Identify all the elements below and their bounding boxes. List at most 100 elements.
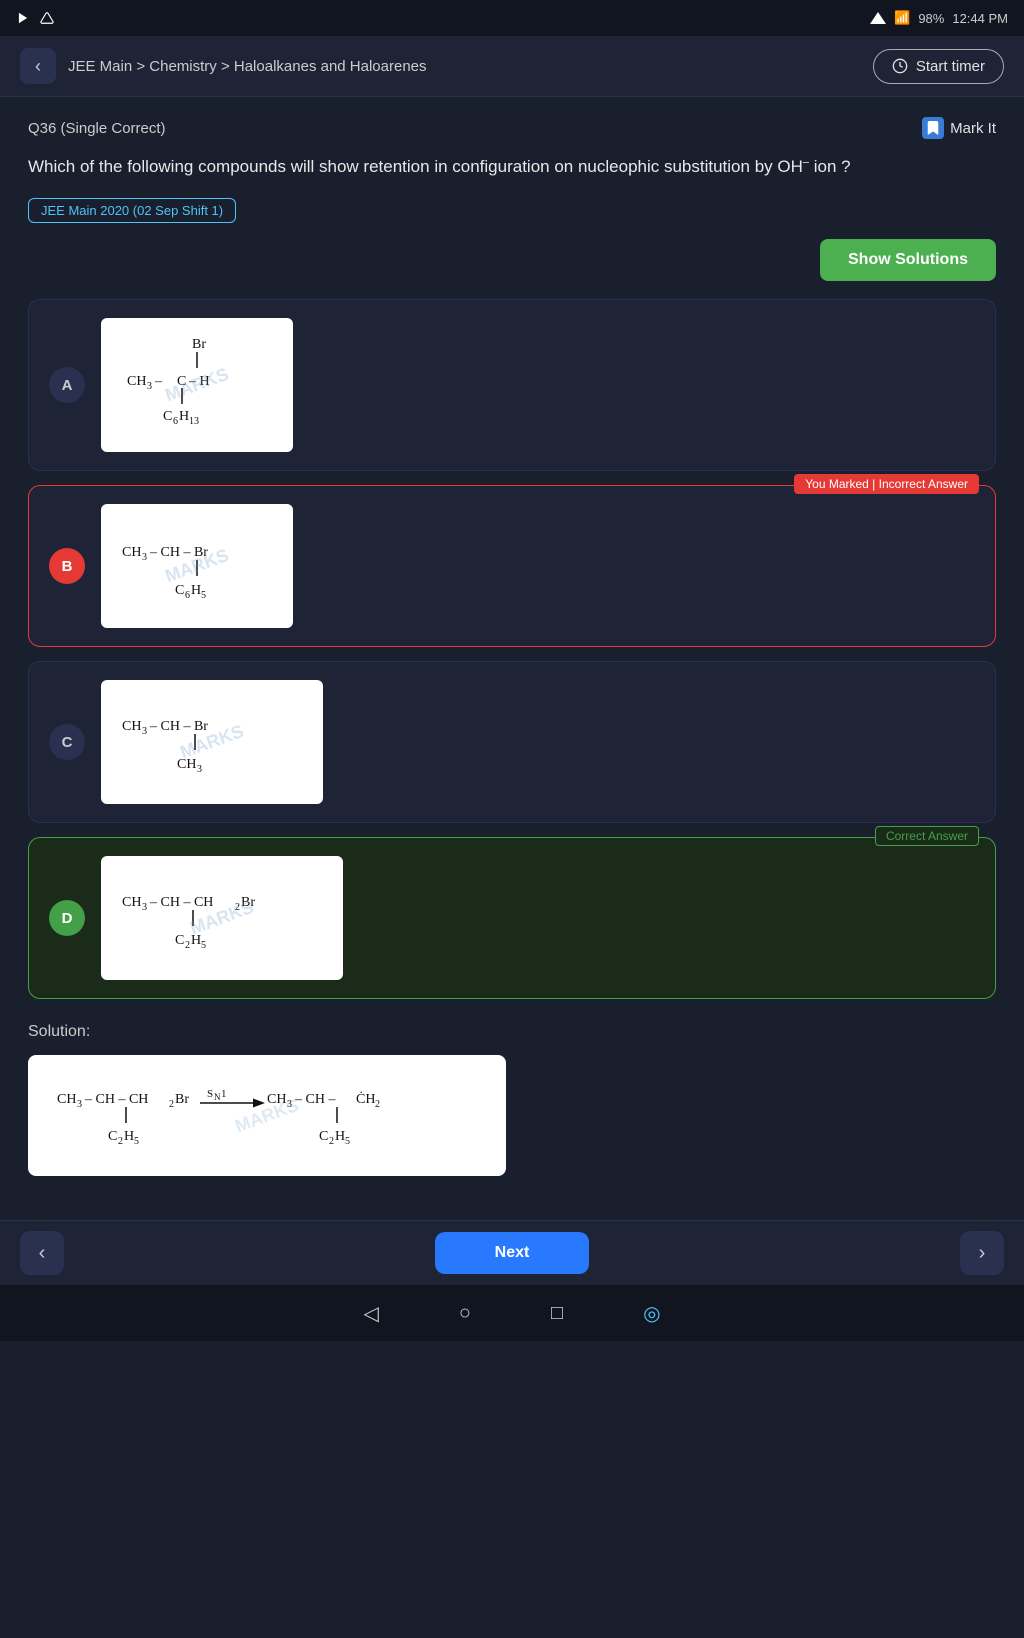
svg-text:CH: CH <box>127 374 146 389</box>
question-tag: JEE Main 2020 (02 Sep Shift 1) <box>28 198 236 223</box>
option-b-formula: MARKS CH 3 – CH – Br C 6 H 5 <box>101 504 293 628</box>
svg-text:2: 2 <box>169 1099 174 1110</box>
svg-text:C: C <box>319 1129 328 1144</box>
svg-text:H: H <box>191 583 201 598</box>
option-a[interactable]: A MARKS Br CH 3 – C – H C 6 H 13 <box>28 299 996 471</box>
svg-text:6: 6 <box>173 416 178 427</box>
svg-text:– CH – Br: – CH – Br <box>149 719 208 734</box>
svg-text:3: 3 <box>147 381 152 392</box>
bookmark-icon <box>922 117 944 139</box>
options-list: A MARKS Br CH 3 – C – H C 6 H 13 <box>0 299 1024 999</box>
svg-text:2: 2 <box>118 1136 123 1147</box>
option-label-a: A <box>49 367 85 403</box>
svg-text:5: 5 <box>134 1136 139 1147</box>
next-button[interactable]: Next <box>435 1232 590 1274</box>
solution-diagram: MARKS CH 3 – CH – CH 2 Br C 2 H 5 S N 1 <box>28 1055 506 1176</box>
signal-icon: 📶 <box>894 10 910 26</box>
breadcrumb: JEE Main > Chemistry > Haloalkanes and H… <box>68 58 427 75</box>
option-label-d: D <box>49 900 85 936</box>
svg-text:C: C <box>175 583 184 598</box>
question-type: Q36 (Single Correct) <box>28 120 166 137</box>
svg-text:C: C <box>175 933 184 948</box>
option-d[interactable]: Correct Answer D MARKS CH 3 – CH – CH 2 … <box>28 837 996 999</box>
question-area: Q36 (Single Correct) Mark It Which of th… <box>0 97 1024 281</box>
svg-text:CH: CH <box>267 1092 286 1107</box>
svg-text:3: 3 <box>142 726 147 737</box>
show-solutions-button[interactable]: Show Solutions <box>820 239 996 281</box>
svg-text:C: C <box>163 409 172 424</box>
correct-answer-badge: Correct Answer <box>875 826 979 846</box>
svg-text:–: – <box>154 374 163 389</box>
back-system-button[interactable]: ◁ <box>363 1301 378 1326</box>
option-a-formula: MARKS Br CH 3 – C – H C 6 H 13 <box>101 318 293 452</box>
svg-text:3: 3 <box>142 552 147 563</box>
svg-text:2: 2 <box>185 940 190 951</box>
mark-it-label: Mark It <box>950 120 996 137</box>
svg-text:3: 3 <box>287 1099 292 1110</box>
status-left <box>16 11 54 25</box>
svg-text:CH: CH <box>57 1092 76 1107</box>
svg-text:13: 13 <box>189 416 199 427</box>
svg-text:– H: – H <box>188 374 210 389</box>
formula-b-svg: CH 3 – CH – Br C 6 H 5 <box>117 516 277 616</box>
incorrect-answer-badge: You Marked | Incorrect Answer <box>794 474 979 494</box>
svg-text:S: S <box>207 1088 213 1100</box>
mark-it-button[interactable]: Mark It <box>922 117 996 139</box>
timer-icon <box>892 58 908 74</box>
recents-system-button[interactable]: □ <box>551 1302 563 1325</box>
svg-text:1: 1 <box>221 1088 227 1100</box>
svg-text:CH: CH <box>177 757 196 772</box>
svg-text:H: H <box>191 933 201 948</box>
option-c[interactable]: C MARKS CH 3 – CH – Br CH 3 <box>28 661 996 823</box>
option-label-c: C <box>49 724 85 760</box>
svg-text:CH: CH <box>122 719 141 734</box>
svg-text:– CH – CH: – CH – CH <box>84 1092 148 1107</box>
svg-text:Br: Br <box>241 895 255 910</box>
formula-a-svg: Br CH 3 – C – H C 6 H 13 <box>117 330 277 440</box>
option-c-formula: MARKS CH 3 – CH – Br CH 3 <box>101 680 323 804</box>
next-arrow-button[interactable]: › <box>960 1231 1004 1275</box>
svg-text:2: 2 <box>235 902 240 913</box>
question-text: Which of the following compounds will sh… <box>28 153 996 180</box>
battery-level: 98% <box>918 11 944 26</box>
svg-text:– CH – Br: – CH – Br <box>149 545 208 560</box>
svg-text:2: 2 <box>375 1099 380 1110</box>
header: ‹ JEE Main > Chemistry > Haloalkanes and… <box>0 36 1024 97</box>
svg-text:C: C <box>108 1129 117 1144</box>
status-right: 📶 98% 12:44 PM <box>870 10 1008 26</box>
option-d-formula: MARKS CH 3 – CH – CH 2 Br C 2 H 5 <box>101 856 343 980</box>
svg-text:ĊH: ĊH <box>356 1090 375 1107</box>
svg-text:C: C <box>177 374 186 389</box>
status-bar: 📶 98% 12:44 PM <box>0 0 1024 36</box>
question-meta: Q36 (Single Correct) Mark It <box>28 117 996 139</box>
system-nav: ◁ ○ □ ◎ <box>0 1285 1024 1341</box>
option-label-b: B <box>49 548 85 584</box>
svg-text:2: 2 <box>329 1136 334 1147</box>
option-b[interactable]: You Marked | Incorrect Answer B MARKS CH… <box>28 485 996 647</box>
svg-text:– CH –: – CH – <box>294 1092 336 1107</box>
header-left: ‹ JEE Main > Chemistry > Haloalkanes and… <box>20 48 427 84</box>
svg-text:CH: CH <box>122 545 141 560</box>
svg-text:Br: Br <box>192 337 206 352</box>
start-timer-button[interactable]: Start timer <box>873 49 1004 84</box>
svg-text:N: N <box>214 1092 221 1102</box>
start-timer-label: Start timer <box>916 58 985 75</box>
svg-text:6: 6 <box>185 590 190 601</box>
svg-text:H: H <box>179 409 189 424</box>
solution-area: Solution: MARKS CH 3 – CH – CH 2 Br C 2 … <box>0 999 1024 1200</box>
svg-text:3: 3 <box>142 902 147 913</box>
back-button[interactable]: ‹ <box>20 48 56 84</box>
show-solutions-row: Show Solutions <box>28 239 996 281</box>
formula-d-svg: CH 3 – CH – CH 2 Br C 2 H 5 <box>117 868 327 968</box>
svg-text:Br: Br <box>175 1092 189 1107</box>
assistant-system-button[interactable]: ◎ <box>643 1301 660 1326</box>
svg-text:5: 5 <box>345 1136 350 1147</box>
svg-text:5: 5 <box>201 590 206 601</box>
svg-text:– CH – CH: – CH – CH <box>149 895 213 910</box>
home-system-button[interactable]: ○ <box>459 1302 471 1325</box>
svg-text:H: H <box>124 1129 134 1144</box>
svg-text:H: H <box>335 1129 345 1144</box>
prev-button[interactable]: ‹ <box>20 1231 64 1275</box>
svg-text:CH: CH <box>122 895 141 910</box>
solution-label: Solution: <box>28 1023 996 1041</box>
